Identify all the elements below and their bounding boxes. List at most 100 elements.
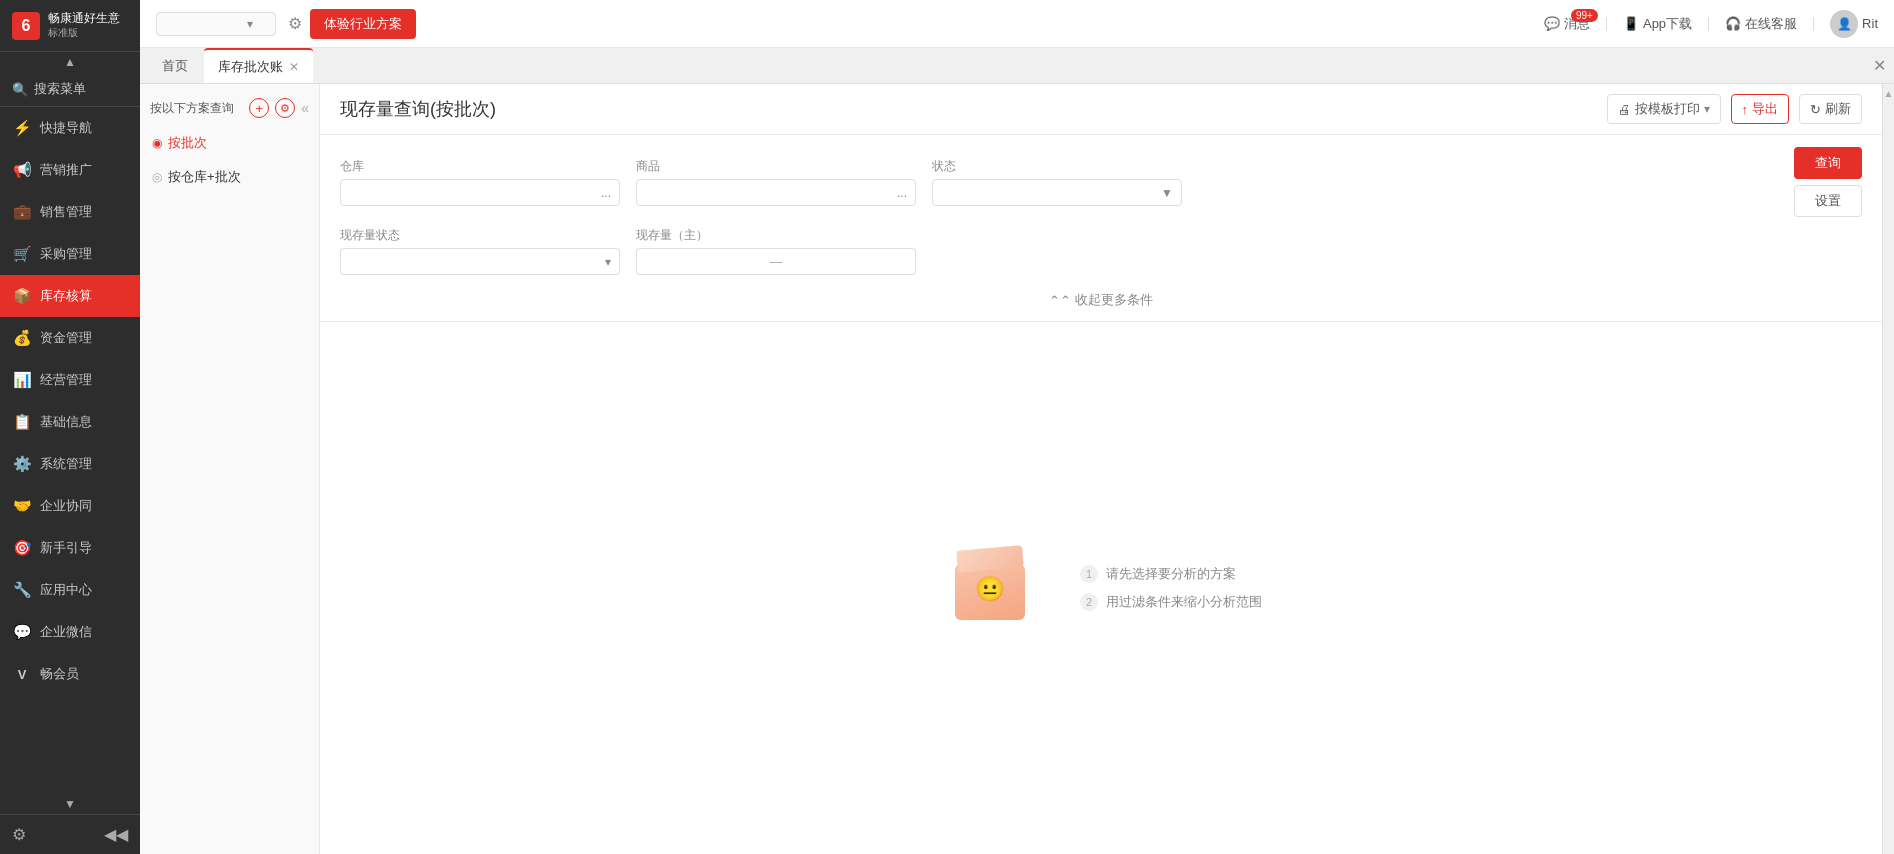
sidebar-search-label: 搜索菜单 xyxy=(34,80,86,98)
close-panel-button[interactable]: ✕ xyxy=(1873,56,1886,75)
print-template-button[interactable]: 🖨 按模板打印 ▾ xyxy=(1607,94,1721,124)
stock-status-select-wrap[interactable]: ▾ xyxy=(340,248,620,275)
stock-status-filter-label: 现存量状态 xyxy=(340,227,620,244)
purchase-icon: 🛒 xyxy=(12,244,32,264)
filter-product: 商品 ... xyxy=(636,158,916,206)
tip-number-2: 2 xyxy=(1080,593,1098,611)
status-select-wrap[interactable]: ▼ xyxy=(932,179,1182,206)
trial-button[interactable]: 体验行业方案 xyxy=(310,9,416,39)
sidebar-item-marketing[interactable]: 📢 营销推广 xyxy=(0,149,140,191)
filter-stock-qty: 现存量（主） — xyxy=(636,227,916,275)
sidebar-item-inventory[interactable]: 📦 库存核算 xyxy=(0,275,140,317)
right-content: 现存量查询(按批次) 🖨 按模板打印 ▾ ↑ 导出 ↻ 刷新 xyxy=(320,84,1882,854)
status-select[interactable] xyxy=(941,185,1157,200)
topbar-search-input[interactable] xyxy=(165,17,245,31)
scrollbar-up-icon[interactable]: ▲ xyxy=(1884,88,1894,99)
app-download-label: App下载 xyxy=(1643,15,1692,33)
collapse-up-icon: ⌃⌃ xyxy=(1049,293,1071,308)
topbar-gear-icon[interactable]: ⚙ xyxy=(288,14,302,33)
newbie-icon: 🎯 xyxy=(12,538,32,558)
empty-illustration: 😐 xyxy=(940,538,1040,638)
tab-inventory-batch[interactable]: 库存批次账 ✕ xyxy=(204,48,313,83)
collapse-left-panel-icon[interactable]: « xyxy=(301,100,309,116)
filter-area: 仓库 ... 商品 ... 状态 xyxy=(320,135,1882,322)
collapse-more-filters[interactable]: ⌃⌃ 收起更多条件 xyxy=(340,285,1862,309)
basic-icon: 📋 xyxy=(12,412,32,432)
app-version: 标准版 xyxy=(48,26,120,40)
print-dropdown-icon[interactable]: ▾ xyxy=(1704,102,1710,116)
query-button[interactable]: 查询 xyxy=(1794,147,1862,179)
stock-qty-range-wrap[interactable]: — xyxy=(636,248,916,275)
sidebar-item-sales[interactable]: 💼 销售管理 xyxy=(0,191,140,233)
stock-status-select[interactable] xyxy=(349,254,601,269)
scheme-item-by-batch[interactable]: ◉ 按批次 xyxy=(140,126,319,160)
sidebar-item-system[interactable]: ⚙️ 系统管理 xyxy=(0,443,140,485)
export-button[interactable]: ↑ 导出 xyxy=(1731,94,1790,124)
sidebar-item-enterprise[interactable]: 🤝 企业协同 xyxy=(0,485,140,527)
app-download-button[interactable]: 📱 App下载 xyxy=(1623,15,1692,33)
tab-home-label: 首页 xyxy=(162,57,188,75)
sidebar-scroll-down[interactable]: ▼ xyxy=(0,794,140,814)
filter-action-buttons: 查询 设置 xyxy=(1794,147,1862,217)
status-filter-label: 状态 xyxy=(932,158,1182,175)
sidebar-settings-icon[interactable]: ⚙ xyxy=(12,825,26,844)
search-icon: 🔍 xyxy=(12,82,28,97)
refresh-icon: ↻ xyxy=(1810,102,1821,117)
scheme-item-by-warehouse-batch[interactable]: ◎ 按仓库+批次 xyxy=(140,160,319,194)
sidebar-item-finance[interactable]: 💰 资金管理 xyxy=(0,317,140,359)
refresh-button[interactable]: ↻ 刷新 xyxy=(1799,94,1862,124)
sidebar-item-label-member: 畅会员 xyxy=(40,665,79,683)
filter-row-2: 现存量状态 ▾ 现存量（主） — xyxy=(340,227,1862,275)
warehouse-filter-label: 仓库 xyxy=(340,158,620,175)
topbar-search-box[interactable]: ▾ xyxy=(156,12,276,36)
sidebar: 6 畅康通好生意 标准版 ▲ 🔍 搜索菜单 ⚡ 快捷导航 📢 营销推广 💼 销售… xyxy=(0,0,140,854)
sidebar-item-wechat[interactable]: 💬 企业微信 xyxy=(0,611,140,653)
sidebar-item-label-newbie: 新手引导 xyxy=(40,539,92,557)
tabbar: 首页 库存批次账 ✕ ✕ xyxy=(140,48,1894,84)
sidebar-item-quick-nav[interactable]: ⚡ 快捷导航 xyxy=(0,107,140,149)
tab-home[interactable]: 首页 xyxy=(148,48,202,83)
empty-tip-2: 2 用过滤条件来缩小分析范围 xyxy=(1080,593,1262,611)
sidebar-item-purchase[interactable]: 🛒 采购管理 xyxy=(0,233,140,275)
sidebar-item-label-inventory: 库存核算 xyxy=(40,287,92,305)
sidebar-search-item[interactable]: 🔍 搜索菜单 xyxy=(0,72,140,107)
stock-qty-filter-label: 现存量（主） xyxy=(636,227,916,244)
filter-settings-button[interactable]: 设置 xyxy=(1794,185,1862,217)
user-profile-button[interactable]: 👤 Rit xyxy=(1830,10,1878,38)
refresh-label: 刷新 xyxy=(1825,100,1851,118)
online-service-button[interactable]: 🎧 在线客服 xyxy=(1725,15,1797,33)
product-more-icon[interactable]: ... xyxy=(897,186,907,200)
message-button[interactable]: 💬 消息 99+ xyxy=(1544,15,1590,33)
sidebar-item-member[interactable]: V 畅会员 xyxy=(0,653,140,695)
app-logo-icon: 6 xyxy=(12,12,40,40)
warehouse-input-wrap[interactable]: ... xyxy=(340,179,620,206)
warehouse-more-icon[interactable]: ... xyxy=(601,186,611,200)
sidebar-item-apps[interactable]: 🔧 应用中心 xyxy=(0,569,140,611)
sidebar-item-business[interactable]: 📊 经营管理 xyxy=(0,359,140,401)
apps-icon: 🔧 xyxy=(12,580,32,600)
tip-1-text: 请先选择要分析的方案 xyxy=(1106,565,1236,583)
filter-row-1: 仓库 ... 商品 ... 状态 xyxy=(340,147,1862,217)
tab-inventory-batch-label: 库存批次账 xyxy=(218,58,283,76)
tab-close-icon[interactable]: ✕ xyxy=(289,61,299,73)
add-scheme-button[interactable]: + xyxy=(249,98,269,118)
sales-icon: 💼 xyxy=(12,202,32,222)
phone-icon: 📱 xyxy=(1623,16,1639,31)
enterprise-icon: 🤝 xyxy=(12,496,32,516)
stock-qty-min-input[interactable] xyxy=(645,254,766,269)
product-input[interactable] xyxy=(645,185,893,200)
sidebar-scroll-up[interactable]: ▲ xyxy=(0,52,140,72)
filter-warehouse: 仓库 ... xyxy=(340,158,620,206)
warehouse-input[interactable] xyxy=(349,185,597,200)
sidebar-item-basic[interactable]: 📋 基础信息 xyxy=(0,401,140,443)
scheme-settings-button[interactable]: ⚙ xyxy=(275,98,295,118)
sidebar-collapse-icon[interactable]: ◀◀ xyxy=(104,825,128,844)
sidebar-item-label-apps: 应用中心 xyxy=(40,581,92,599)
product-input-wrap[interactable]: ... xyxy=(636,179,916,206)
right-scrollbar: ▲ xyxy=(1882,84,1894,854)
topbar-search-dropdown-icon[interactable]: ▾ xyxy=(247,17,253,31)
wechat-icon: 💬 xyxy=(12,622,32,642)
stock-qty-max-input[interactable] xyxy=(787,254,908,269)
sidebar-item-label-wechat: 企业微信 xyxy=(40,623,92,641)
sidebar-item-newbie[interactable]: 🎯 新手引导 xyxy=(0,527,140,569)
